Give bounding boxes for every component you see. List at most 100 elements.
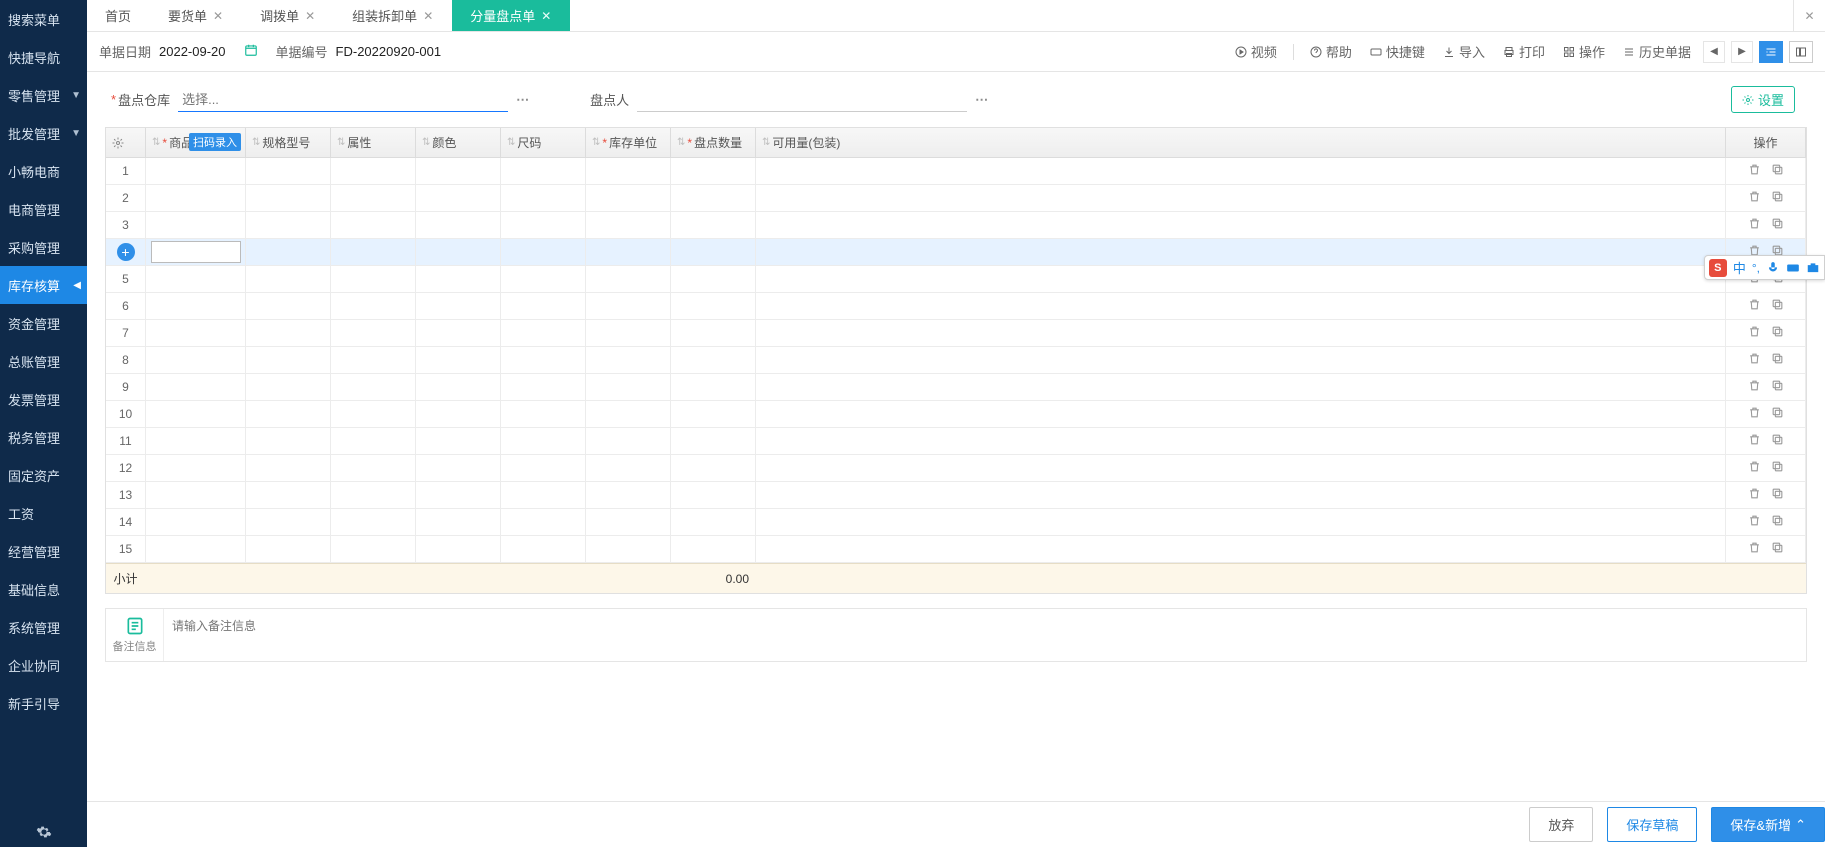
help-button[interactable]: 帮助 (1304, 42, 1358, 61)
row-copy-icon[interactable] (1771, 325, 1784, 341)
print-button[interactable]: 打印 (1497, 42, 1551, 61)
warehouse-more[interactable]: ⋯ (516, 92, 530, 108)
tab-close-icon[interactable]: ✕ (423, 9, 433, 23)
row-delete-icon[interactable] (1748, 487, 1761, 503)
table-row[interactable]: 1 (106, 158, 1806, 185)
sidebar-item-8[interactable]: 资金管理 (0, 304, 87, 342)
row-delete-icon[interactable] (1748, 433, 1761, 449)
table-row[interactable]: 11 (106, 428, 1806, 455)
discard-button[interactable]: 放弃 (1529, 807, 1593, 842)
mic-icon[interactable] (1766, 261, 1780, 275)
sidebar-item-14[interactable]: 经营管理 (0, 532, 87, 570)
save-draft-button[interactable]: 保存草稿 (1607, 807, 1697, 842)
tab-2[interactable]: 调拨单✕ (242, 0, 334, 31)
add-row-button[interactable]: + (117, 243, 135, 261)
scan-badge[interactable]: 扫码录入 (189, 133, 241, 151)
table-row[interactable]: 7 (106, 320, 1806, 347)
row-delete-icon[interactable] (1748, 352, 1761, 368)
table-row[interactable]: 15 (106, 536, 1806, 563)
view-detail[interactable] (1789, 41, 1813, 63)
shortcut-button[interactable]: 快捷键 (1364, 42, 1431, 61)
row-delete-icon[interactable] (1748, 460, 1761, 476)
tab-1[interactable]: 要货单✕ (150, 0, 242, 31)
row-copy-icon[interactable] (1771, 460, 1784, 476)
sidebar-item-2[interactable]: 零售管理▼ (0, 76, 87, 114)
table-row[interactable]: 13 (106, 482, 1806, 509)
table-row[interactable]: 8 (106, 347, 1806, 374)
settings-button[interactable]: 设置 (1731, 86, 1795, 113)
view-list[interactable] (1759, 41, 1783, 63)
operate-button[interactable]: 操作 (1557, 42, 1611, 61)
row-delete-icon[interactable] (1748, 379, 1761, 395)
table-row[interactable]: + (106, 239, 1806, 266)
row-delete-icon[interactable] (1748, 298, 1761, 314)
row-copy-icon[interactable] (1771, 379, 1784, 395)
prev-doc[interactable]: ◀ (1703, 41, 1725, 63)
row-copy-icon[interactable] (1771, 163, 1784, 179)
ime-punct-icon[interactable]: °, (1752, 261, 1760, 275)
sidebar-item-7[interactable]: 库存核算◀ (0, 266, 87, 304)
tabs-close-all[interactable]: ✕ (1793, 0, 1825, 31)
table-row[interactable]: 6 (106, 293, 1806, 320)
row-copy-icon[interactable] (1771, 487, 1784, 503)
col-available[interactable]: ⇅可用量(包装) (756, 128, 1726, 157)
col-size[interactable]: ⇅尺码 (501, 128, 586, 157)
col-color[interactable]: ⇅颜色 (416, 128, 501, 157)
sidebar-item-0[interactable]: 搜索菜单 (0, 0, 87, 38)
row-copy-icon[interactable] (1771, 541, 1784, 557)
sidebar-item-6[interactable]: 采购管理 (0, 228, 87, 266)
table-row[interactable]: 12 (106, 455, 1806, 482)
video-button[interactable]: 视频 (1229, 42, 1283, 61)
sidebar-item-5[interactable]: 电商管理 (0, 190, 87, 228)
sidebar-item-12[interactable]: 固定资产 (0, 456, 87, 494)
row-copy-icon[interactable] (1771, 217, 1784, 233)
sidebar-item-10[interactable]: 发票管理 (0, 380, 87, 418)
col-config[interactable] (106, 128, 146, 157)
col-attr[interactable]: ⇅属性 (331, 128, 416, 157)
col-spec[interactable]: ⇅规格型号 (246, 128, 331, 157)
row-delete-icon[interactable] (1748, 190, 1761, 206)
col-product[interactable]: ⇅*商品扫码录入 (146, 128, 246, 157)
history-button[interactable]: 历史单据 (1617, 42, 1697, 61)
sidebar-item-17[interactable]: 企业协同 (0, 646, 87, 684)
sidebar-item-16[interactable]: 系统管理 (0, 608, 87, 646)
product-cell-input[interactable] (151, 241, 241, 263)
toolbox-icon[interactable] (1806, 261, 1820, 275)
row-copy-icon[interactable] (1771, 433, 1784, 449)
warehouse-input[interactable] (178, 88, 508, 112)
row-delete-icon[interactable] (1748, 217, 1761, 233)
sidebar-settings[interactable] (0, 817, 87, 847)
ime-lang[interactable]: 中 (1733, 258, 1746, 277)
tab-0[interactable]: 首页 (87, 0, 150, 31)
col-qty[interactable]: ⇅*盘点数量 (671, 128, 756, 157)
remark-input[interactable] (164, 609, 1806, 661)
sidebar-item-4[interactable]: 小畅电商 (0, 152, 87, 190)
table-row[interactable]: 2 (106, 185, 1806, 212)
table-row[interactable]: 9 (106, 374, 1806, 401)
sidebar-item-18[interactable]: 新手引导 (0, 684, 87, 722)
table-row[interactable]: 10 (106, 401, 1806, 428)
next-doc[interactable]: ▶ (1731, 41, 1753, 63)
person-input[interactable] (637, 88, 967, 112)
table-row[interactable]: 14 (106, 509, 1806, 536)
calendar-icon[interactable] (244, 43, 258, 60)
row-delete-icon[interactable] (1748, 541, 1761, 557)
sidebar-item-13[interactable]: 工资 (0, 494, 87, 532)
row-copy-icon[interactable] (1771, 190, 1784, 206)
save-new-button[interactable]: 保存&新增⌃ (1711, 807, 1825, 842)
row-copy-icon[interactable] (1771, 514, 1784, 530)
sidebar-item-1[interactable]: 快捷导航 (0, 38, 87, 76)
row-delete-icon[interactable] (1748, 514, 1761, 530)
person-more[interactable]: ⋯ (975, 92, 989, 108)
doc-date-value[interactable]: 2022-09-20 (159, 44, 226, 59)
row-delete-icon[interactable] (1748, 163, 1761, 179)
import-button[interactable]: 导入 (1437, 42, 1491, 61)
table-row[interactable]: 5 (106, 266, 1806, 293)
keyboard-alt-icon[interactable] (1786, 261, 1800, 275)
tab-close-icon[interactable]: ✕ (305, 9, 315, 23)
table-row[interactable]: 3 (106, 212, 1806, 239)
row-delete-icon[interactable] (1748, 325, 1761, 341)
row-delete-icon[interactable] (1748, 406, 1761, 422)
tab-close-icon[interactable]: ✕ (541, 9, 551, 23)
sidebar-item-11[interactable]: 税务管理 (0, 418, 87, 456)
